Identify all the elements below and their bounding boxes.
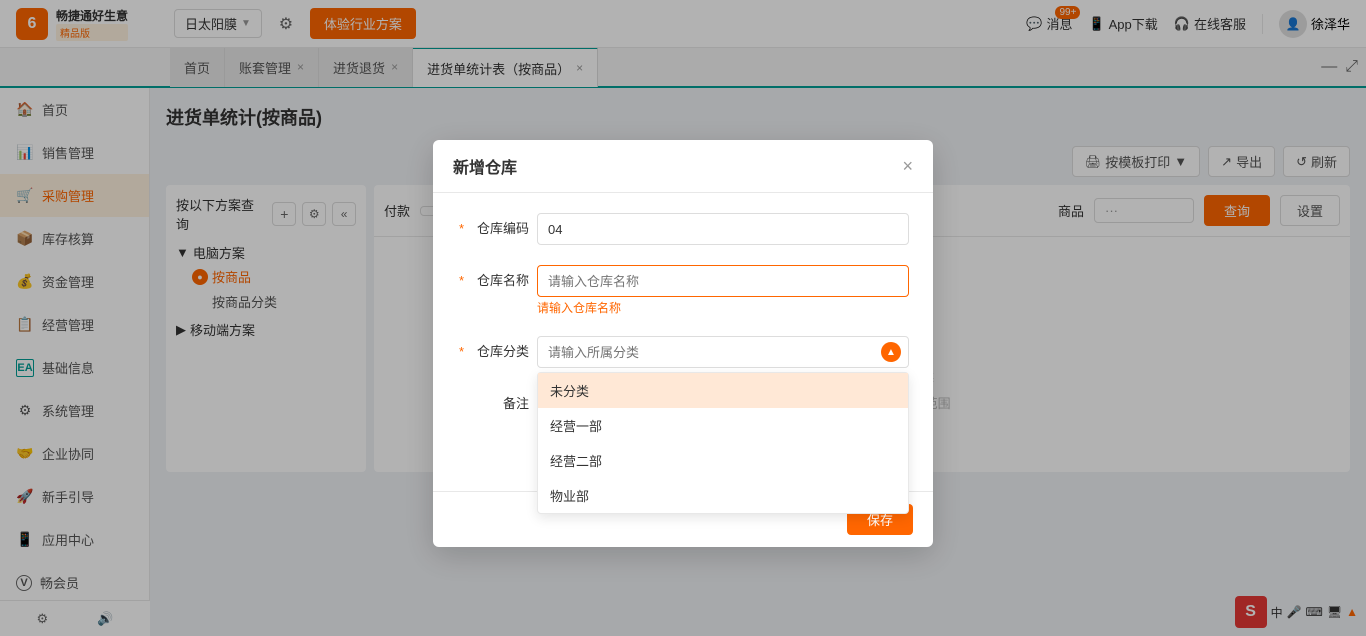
name-control: 请输入仓库名称 <box>537 265 909 316</box>
name-label: 仓库名称 <box>457 265 537 297</box>
form-row-name: 仓库名称 请输入仓库名称 <box>457 265 909 316</box>
category-label: 仓库分类 <box>457 336 537 368</box>
modal-title: 新增仓库 <box>453 154 517 178</box>
modal-overlay: 新增仓库 × 仓库编码 仓库名称 请输入仓库名称 仓库分类 <box>0 0 1366 636</box>
dropdown-item-dept3[interactable]: 物业部 <box>538 478 908 513</box>
modal-close-button[interactable]: × <box>902 156 913 177</box>
modal-body: 仓库编码 仓库名称 请输入仓库名称 仓库分类 ▲ <box>433 193 933 491</box>
name-input[interactable] <box>537 265 909 297</box>
category-dropdown-list: 未分类 经营一部 经营二部 物业部 <box>537 372 909 514</box>
form-row-category: 仓库分类 ▲ 未分类 经营一部 经营二部 物业部 <box>457 336 909 368</box>
dropdown-item-dept2[interactable]: 经营二部 <box>538 443 908 478</box>
name-error-msg: 请输入仓库名称 <box>537 299 909 316</box>
modal-header: 新增仓库 × <box>433 140 933 193</box>
category-control: ▲ 未分类 经营一部 经营二部 物业部 <box>537 336 909 368</box>
form-row-code: 仓库编码 <box>457 213 909 245</box>
category-dropdown-arrow[interactable]: ▲ <box>881 342 901 362</box>
note-label: 备注 <box>457 388 537 420</box>
code-input[interactable] <box>537 213 909 245</box>
modal-new-warehouse: 新增仓库 × 仓库编码 仓库名称 请输入仓库名称 仓库分类 <box>433 140 933 547</box>
code-label: 仓库编码 <box>457 213 537 245</box>
code-control <box>537 213 909 245</box>
dropdown-item-uncategorized[interactable]: 未分类 <box>538 373 908 408</box>
category-input[interactable] <box>537 336 909 368</box>
dropdown-item-dept1[interactable]: 经营一部 <box>538 408 908 443</box>
